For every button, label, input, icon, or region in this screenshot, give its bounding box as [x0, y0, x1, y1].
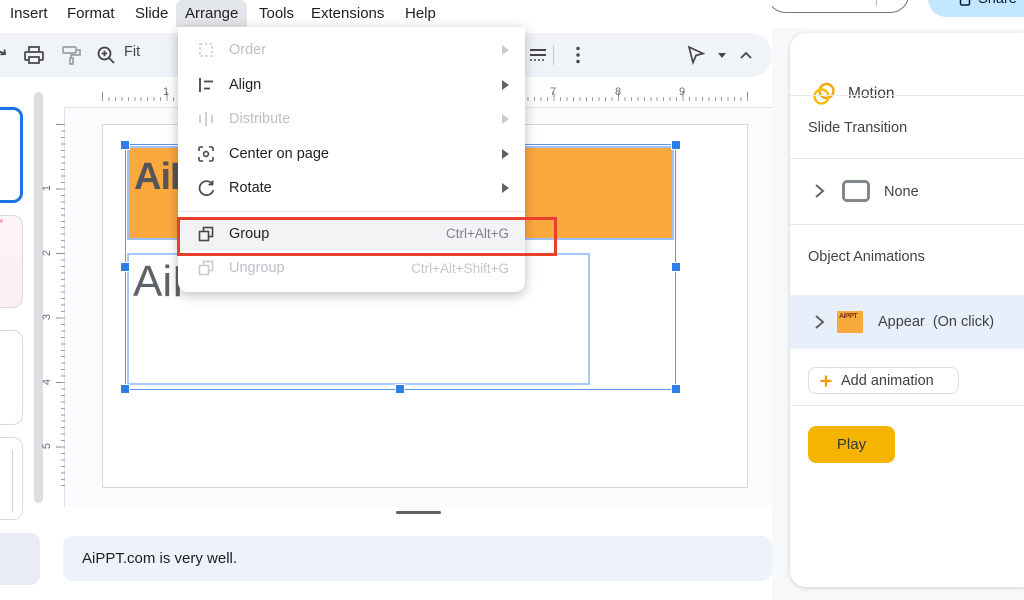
share-label: Share: [978, 0, 1017, 7]
menu-item-order[interactable]: Order: [178, 33, 525, 68]
group-icon: [196, 224, 216, 244]
selection-handle-bottom-right[interactable]: [671, 384, 681, 394]
selection-handle-bottom-left[interactable]: [120, 384, 130, 394]
menu-arrange[interactable]: Arrange: [176, 0, 248, 27]
menubar: Insert Format Slide Arrange Tools Extens…: [0, 0, 772, 28]
submenu-arrow-icon: [502, 114, 509, 125]
submenu-arrow-icon: [502, 148, 509, 159]
add-animation-label: Add animation: [841, 372, 934, 389]
vertical-ruler: [52, 124, 65, 488]
slideshow-split-divider: [876, 0, 877, 6]
ruler-h-number: 8: [614, 86, 622, 98]
thumb-content-line: [12, 450, 13, 512]
redo-icon[interactable]: [0, 43, 14, 67]
animation-expand-chevron-icon[interactable]: [812, 313, 826, 331]
speaker-notes[interactable]: AiPPT.com is very well.: [63, 536, 772, 581]
ruler-v-number: 4: [41, 378, 53, 386]
menu-item-rotate[interactable]: Rotate: [178, 171, 525, 206]
animation-object-thumbnail: AiPPT: [837, 311, 863, 333]
menu-slide[interactable]: Slide: [126, 0, 177, 27]
rotate-icon: [196, 178, 216, 198]
menu-item-center-on-page[interactable]: Center on page: [178, 137, 525, 172]
border-style-icon[interactable]: [526, 43, 550, 67]
submenu-arrow-icon: [502, 183, 509, 194]
ruler-v-number: 5: [41, 442, 53, 450]
play-button[interactable]: Play: [808, 426, 895, 463]
motion-icon: [810, 80, 838, 108]
menu-item-distribute[interactable]: Distribute: [178, 102, 525, 137]
animation-row-appear[interactable]: AiPPT Appear (On click): [790, 295, 1024, 349]
submenu-arrow-icon: [502, 45, 509, 56]
animation-thumb-text: AiPPT: [839, 313, 858, 320]
panel-divider: [790, 95, 1024, 96]
slide-thumbnail-2[interactable]: [0, 215, 23, 308]
menu-item-align[interactable]: Align: [178, 68, 525, 103]
ungroup-icon: [196, 258, 216, 278]
animation-label: Appear (On click): [878, 314, 995, 330]
ruler-v-number: 1: [41, 184, 53, 192]
panel-title: Motion: [848, 85, 895, 102]
more-options-icon[interactable]: [566, 43, 590, 67]
notes-resize-handle[interactable]: [396, 511, 441, 514]
bottom-left-panel-corner: [0, 533, 40, 585]
slide-transition-label: Slide Transition: [808, 120, 908, 136]
transition-value[interactable]: None: [884, 184, 919, 200]
ruler-h-number: 7: [549, 86, 557, 98]
transition-expand-chevron-icon[interactable]: [812, 182, 826, 200]
group-shortcut: Ctrl+Alt+G: [445, 226, 509, 242]
google-slides-window: Slideshow Share Insert Format Slide Arra…: [0, 0, 1024, 600]
ruler-v-number: 2: [41, 249, 53, 257]
panel-divider: [790, 158, 1024, 159]
zoom-fit-button[interactable]: Fit: [124, 44, 140, 60]
toolbar-divider: [553, 45, 554, 65]
menu-item-group[interactable]: Group Ctrl+Alt+G: [178, 216, 525, 251]
menu-format[interactable]: Format: [58, 0, 124, 27]
add-animation-button[interactable]: Add animation: [808, 367, 959, 394]
object-animations-label: Object Animations: [808, 249, 925, 265]
ruler-h-number: 9: [678, 86, 686, 98]
selection-handle-top-right[interactable]: [671, 140, 681, 150]
motion-panel: Motion Slide Transition None Object Anim…: [790, 33, 1024, 587]
lock-icon: [959, 0, 971, 6]
animation-trigger: (On click): [932, 314, 995, 330]
slideshow-button[interactable]: Slideshow: [767, 0, 909, 13]
slide-thumbnail-4[interactable]: [0, 437, 23, 520]
order-icon: [196, 40, 216, 60]
panel-divider: [790, 224, 1024, 225]
share-button[interactable]: Share: [928, 0, 1024, 17]
selection-handle-mid-left[interactable]: [120, 262, 130, 272]
plus-icon: [820, 375, 832, 386]
zoom-icon[interactable]: [94, 43, 118, 67]
paint-format-icon[interactable]: [60, 43, 84, 67]
distribute-icon: [196, 109, 216, 129]
submenu-arrow-icon: [502, 79, 509, 90]
print-icon[interactable]: [22, 43, 46, 67]
menu-extensions[interactable]: Extensions: [302, 0, 393, 27]
panel-divider: [790, 405, 1024, 406]
align-icon: [196, 75, 216, 95]
ruler-h-number: 1: [162, 86, 170, 98]
slide-thumbnail-3[interactable]: [0, 330, 23, 425]
slide-thumbnail-1-selected[interactable]: [0, 107, 23, 203]
arrange-dropdown-menu: Order Align Distribute Center on page Ro…: [178, 27, 525, 292]
center-on-page-icon: [196, 144, 216, 164]
thumb-deco-dot: [0, 219, 3, 223]
selection-handle-top-left[interactable]: [120, 140, 130, 150]
menu-help[interactable]: Help: [396, 0, 445, 27]
ungroup-shortcut: Ctrl+Alt+Shift+G: [411, 260, 509, 276]
select-tool-icon[interactable]: [684, 43, 708, 67]
selection-handle-bottom-mid[interactable]: [395, 384, 405, 394]
menu-insert[interactable]: Insert: [1, 0, 57, 27]
select-tool-caret-icon[interactable]: [710, 43, 734, 67]
collapse-toolbar-icon[interactable]: [734, 43, 758, 67]
selection-handle-mid-right[interactable]: [671, 262, 681, 272]
speaker-notes-text: AiPPT.com is very well.: [82, 550, 238, 567]
menu-separator: [178, 210, 525, 212]
transition-none-icon: [842, 180, 870, 202]
ruler-v-number: 3: [41, 313, 53, 321]
slideshow-label: Slideshow: [791, 0, 857, 3]
menu-tools[interactable]: Tools: [250, 0, 303, 27]
menu-item-ungroup[interactable]: Ungroup Ctrl+Alt+Shift+G: [178, 251, 525, 286]
